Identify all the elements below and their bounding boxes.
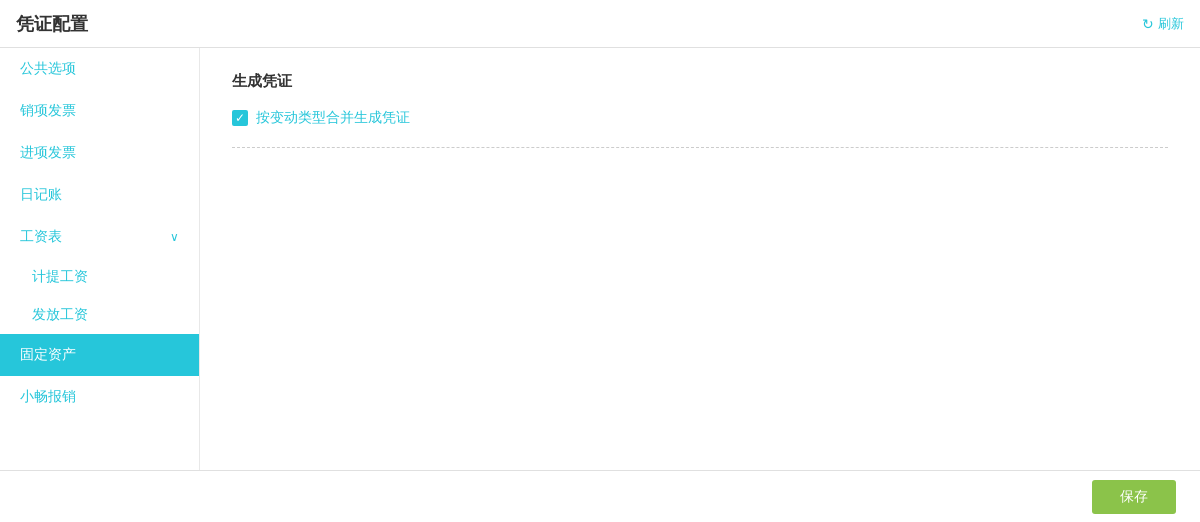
page-title: 凭证配置 bbox=[16, 12, 88, 36]
sidebar-item-sales-invoice[interactable]: 销项发票 bbox=[0, 90, 199, 132]
sidebar-item-public-options[interactable]: 公共选项 bbox=[0, 48, 199, 90]
sidebar-item-payroll-table[interactable]: 工资表 ∨ bbox=[0, 216, 199, 258]
refresh-button[interactable]: ↻ 刷新 bbox=[1142, 15, 1184, 33]
section-title: 生成凭证 bbox=[232, 72, 1168, 91]
sidebar: 公共选项销项发票进项发票日记账工资表 ∨ 计提工资发放工资固定资产小畅报销 bbox=[0, 48, 200, 470]
sidebar-label-expense-report: 小畅报销 bbox=[20, 388, 76, 406]
sidebar-label-fixed-assets: 固定资产 bbox=[20, 346, 76, 364]
section-divider bbox=[232, 147, 1168, 148]
sidebar-item-expense-report[interactable]: 小畅报销 bbox=[0, 376, 199, 418]
merge-checkbox-label: 按变动类型合并生成凭证 bbox=[256, 109, 410, 127]
sidebar-label-journal: 日记账 bbox=[20, 186, 62, 204]
footer: 保存 bbox=[0, 470, 1200, 522]
sidebar-item-journal[interactable]: 日记账 bbox=[0, 174, 199, 216]
checkbox-row: ✓ 按变动类型合并生成凭证 bbox=[232, 109, 1168, 127]
refresh-label: 刷新 bbox=[1158, 15, 1184, 33]
sidebar-item-fixed-assets[interactable]: 固定资产 bbox=[0, 334, 199, 376]
main-content: 生成凭证 ✓ 按变动类型合并生成凭证 bbox=[200, 48, 1200, 470]
sidebar-item-calculate-salary[interactable]: 计提工资 bbox=[0, 258, 199, 296]
sidebar-item-distribute-salary[interactable]: 发放工资 bbox=[0, 296, 199, 334]
refresh-icon: ↻ bbox=[1142, 16, 1154, 32]
sidebar-item-purchase-invoice[interactable]: 进项发票 bbox=[0, 132, 199, 174]
body: 公共选项销项发票进项发票日记账工资表 ∨ 计提工资发放工资固定资产小畅报销 生成凭证… bbox=[0, 48, 1200, 470]
page-wrapper: 凭证配置 ↻ 刷新 公共选项销项发票进项发票日记账工资表 ∨ 计提工资发放工资固定资… bbox=[0, 0, 1200, 522]
sidebar-label-public-options: 公共选项 bbox=[20, 60, 76, 78]
chevron-down-icon: ∨ bbox=[170, 230, 179, 244]
sidebar-label-purchase-invoice: 进项发票 bbox=[20, 144, 76, 162]
save-button[interactable]: 保存 bbox=[1092, 480, 1176, 514]
sidebar-label-payroll-table: 工资表 bbox=[20, 228, 62, 246]
check-mark-icon: ✓ bbox=[235, 112, 245, 124]
header: 凭证配置 ↻ 刷新 bbox=[0, 0, 1200, 48]
sidebar-label-sales-invoice: 销项发票 bbox=[20, 102, 76, 120]
merge-checkbox[interactable]: ✓ bbox=[232, 110, 248, 126]
